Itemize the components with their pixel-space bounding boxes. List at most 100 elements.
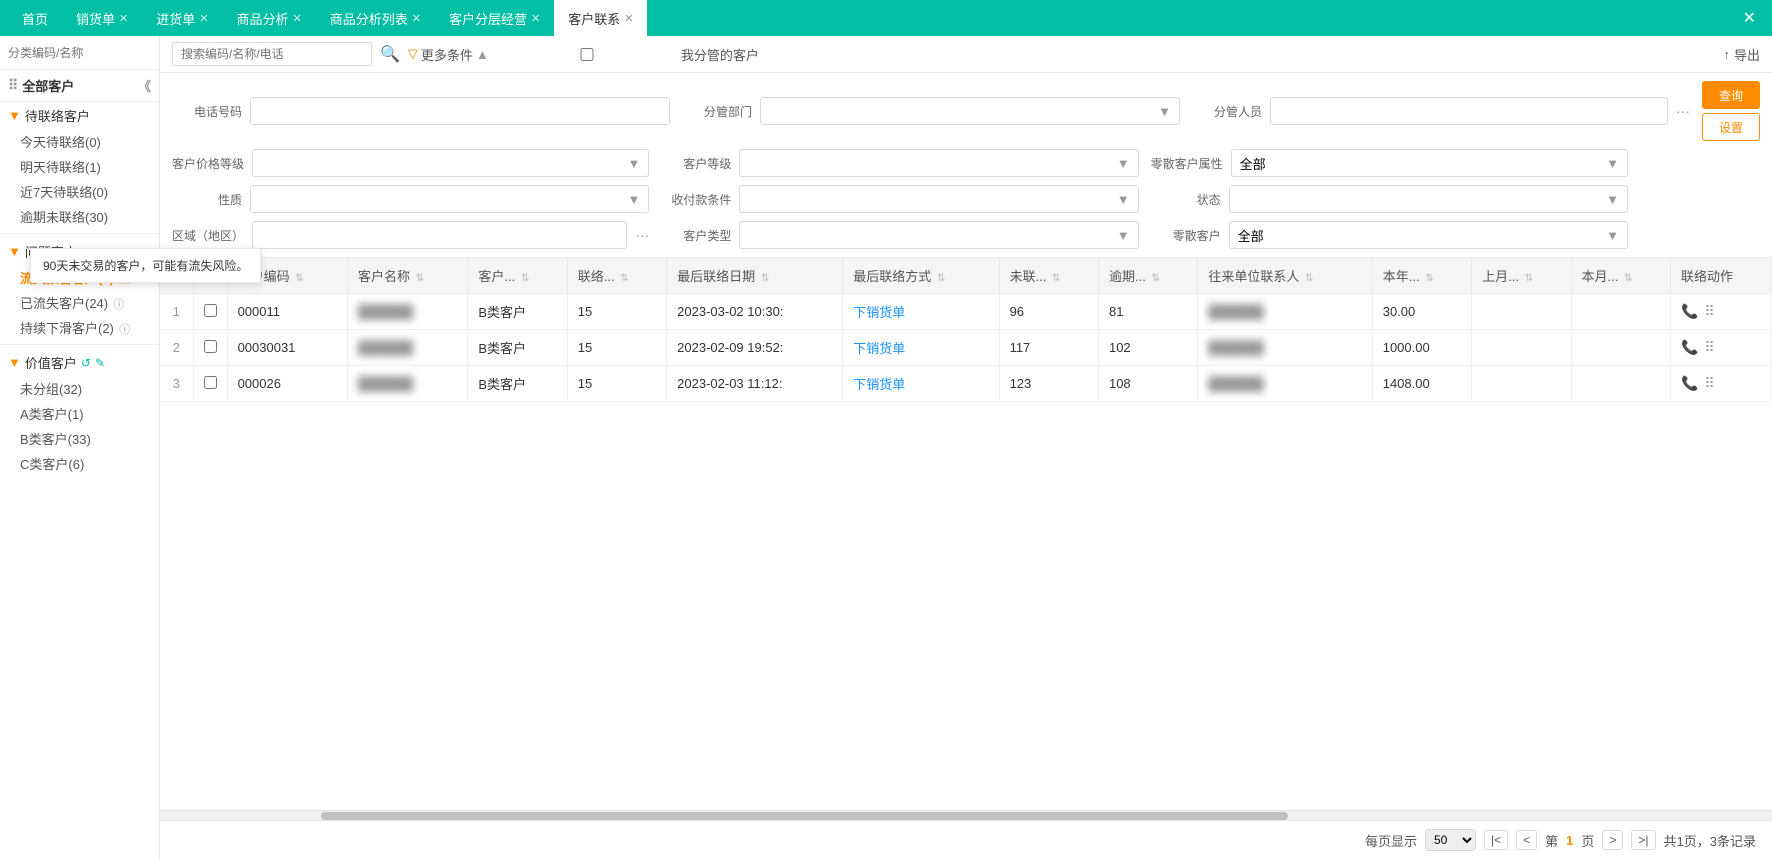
search-button[interactable]: 🔍	[380, 44, 400, 64]
search-input[interactable]	[172, 42, 372, 66]
th-type[interactable]: 客户... ⇅	[468, 258, 567, 294]
my-customers-checkbox-area[interactable]: 我分管的客户	[497, 45, 759, 64]
edit-icon[interactable]: ✎	[95, 356, 105, 370]
filter-row-3: 性质 ▼ 收付款条件 ▼ 状态	[172, 185, 1760, 213]
row1-last-type[interactable]: 下销货单	[843, 294, 999, 330]
filter-row-2: 客户价格等级 ▼ 客户等级 ▼ 零散客户属性 全部	[172, 149, 1760, 177]
th-current-month[interactable]: 本月... ⇅	[1571, 258, 1670, 294]
per-page-select[interactable]: 50 100 200	[1425, 829, 1476, 851]
refresh-icon[interactable]: ↺	[81, 356, 91, 370]
th-unlinked[interactable]: 未联... ⇅	[999, 258, 1098, 294]
my-customers-checkbox[interactable]	[497, 48, 677, 61]
nav-product-analysis[interactable]: 商品分析 ✕	[222, 0, 315, 36]
row1-checkbox[interactable]	[204, 304, 217, 317]
manager-dots-icon[interactable]: ···	[1676, 103, 1690, 119]
nav-home[interactable]: 首页	[8, 0, 62, 36]
nature-label: 性质	[172, 191, 242, 208]
prev-page-btn[interactable]: <	[1516, 830, 1537, 850]
page-label: 第	[1545, 831, 1558, 850]
th-last-month[interactable]: 上月... ⇅	[1472, 258, 1571, 294]
nav-purchase-close[interactable]: ✕	[199, 12, 208, 25]
sidebar-all-customers[interactable]: ⠿ 全部客户 《	[0, 70, 159, 102]
row1-phone-icon[interactable]: 📞	[1681, 303, 1698, 320]
customer-level-select[interactable]: ▼	[739, 149, 1138, 177]
nav-customer-contact[interactable]: 客户联系 ✕	[554, 0, 647, 36]
sidebar-item-declining[interactable]: 持续下滑客户(2) ⓘ	[0, 315, 159, 340]
more-conditions-btn[interactable]: ▽ 更多条件 ▲	[408, 45, 489, 64]
sidebar-search-input[interactable]	[8, 46, 160, 60]
nav-customer-segment-close[interactable]: ✕	[531, 12, 540, 25]
horizontal-scrollbar[interactable]	[160, 810, 1772, 820]
sidebar-group-value[interactable]: ▼ 价值客户 ↺ ✎	[0, 349, 159, 376]
th-current-year[interactable]: 本年... ⇅	[1372, 258, 1471, 294]
row2-checkbox[interactable]	[204, 340, 217, 353]
nav-product-analysis-close[interactable]: ✕	[293, 12, 302, 25]
sidebar-item-today[interactable]: 今天待联络(0)	[0, 129, 159, 154]
row3-more-icon[interactable]: ⠿	[1704, 375, 1714, 392]
row2-checkbox-cell[interactable]	[193, 330, 227, 366]
status-label: 状态	[1151, 191, 1221, 208]
sidebar-item-tomorrow[interactable]: 明天待联络(1)	[0, 154, 159, 179]
row3-last-type[interactable]: 下销货单	[843, 366, 999, 402]
first-page-btn[interactable]: |<	[1484, 830, 1508, 850]
retail-value: 全部	[1238, 226, 1264, 245]
export-btn[interactable]: ↑ 导出	[1723, 45, 1760, 64]
sidebar-item-a-class[interactable]: A类客户(1)	[0, 401, 159, 426]
th-last-date[interactable]: 最后联络日期 ⇅	[667, 258, 843, 294]
sidebar-item-c-class[interactable]: C类客户(6)	[0, 451, 159, 476]
status-select[interactable]: ▼	[1229, 185, 1628, 213]
row2-last-type-link[interactable]: 下销货单	[853, 341, 905, 356]
last-page-btn[interactable]: >|	[1631, 830, 1655, 850]
dept-select[interactable]: ▼	[760, 97, 1180, 125]
table-row: 1 000011 ██████ B类客户 15 2023-03-02 10:30…	[160, 294, 1772, 330]
scrollbar-thumb[interactable]	[321, 812, 1288, 820]
row2-more-icon[interactable]: ⠿	[1704, 339, 1714, 356]
phone-input[interactable]	[250, 97, 670, 125]
row2-code: 00030031	[227, 330, 347, 366]
filter-region: 区域（地区） ···	[172, 221, 649, 249]
sidebar-item-churned[interactable]: 已流失客户(24) ⓘ	[0, 290, 159, 315]
sidebar-item-overdue[interactable]: 逾期未联络(30)	[0, 204, 159, 229]
row3-phone-icon[interactable]: 📞	[1681, 375, 1698, 392]
next-page-btn[interactable]: >	[1602, 830, 1623, 850]
row3-last-type-link[interactable]: 下销货单	[853, 377, 905, 392]
query-button[interactable]: 查询	[1702, 81, 1760, 109]
row1-last-type-link[interactable]: 下销货单	[853, 305, 905, 320]
nav-sales-close[interactable]: ✕	[119, 12, 128, 25]
nav-sales[interactable]: 销货单 ✕	[62, 0, 142, 36]
sidebar-group-pending[interactable]: ▼ 待联络客户	[0, 102, 159, 129]
sidebar-item-ungrouped[interactable]: 未分组(32)	[0, 376, 159, 401]
nav-customer-contact-close[interactable]: ✕	[624, 12, 633, 25]
region-select[interactable]	[252, 221, 627, 249]
nature-select[interactable]: ▼	[250, 185, 649, 213]
th-overdue[interactable]: 逾期... ⇅	[1098, 258, 1197, 294]
th-last-type[interactable]: 最后联络方式 ⇅	[843, 258, 999, 294]
nav-product-analysis-list[interactable]: 商品分析列表 ✕	[316, 0, 435, 36]
nav-purchase[interactable]: 进货单 ✕	[142, 0, 222, 36]
manager-select[interactable]	[1270, 97, 1668, 125]
th-linked-person[interactable]: 往来单位联系人 ⇅	[1198, 258, 1372, 294]
row3-checkbox-cell[interactable]	[193, 366, 227, 402]
row2-last-type[interactable]: 下销货单	[843, 330, 999, 366]
row1-checkbox-cell[interactable]	[193, 294, 227, 330]
customer-type-select[interactable]: ▼	[739, 221, 1138, 249]
nav-customer-segment[interactable]: 客户分层经营 ✕	[435, 0, 554, 36]
price-level-select[interactable]: ▼	[252, 149, 649, 177]
payment-select[interactable]: ▼	[739, 185, 1138, 213]
row1-more-icon[interactable]: ⠿	[1704, 303, 1714, 320]
th-contact[interactable]: 联络... ⇅	[567, 258, 666, 294]
settings-button[interactable]: 设置	[1702, 113, 1760, 141]
sidebar-item-b-class[interactable]: B类客户(33)	[0, 426, 159, 451]
sort-last-type-icon: ⇅	[937, 273, 945, 284]
th-name[interactable]: 客户名称 ⇅	[347, 258, 467, 294]
collapse-icon[interactable]: 《	[138, 76, 151, 95]
filter-retail-attr: 零散客户属性 全部 ▼	[1151, 149, 1628, 177]
retail-select[interactable]: 全部 ▼	[1229, 221, 1628, 249]
row3-checkbox[interactable]	[204, 376, 217, 389]
sidebar-item-7days[interactable]: 近7天待联络(0)	[0, 179, 159, 204]
window-close-btn[interactable]: ✕	[1735, 8, 1764, 28]
retail-attr-select[interactable]: 全部 ▼	[1231, 149, 1628, 177]
region-dots-icon[interactable]: ···	[635, 227, 649, 243]
row2-phone-icon[interactable]: 📞	[1681, 339, 1698, 356]
nav-product-analysis-list-close[interactable]: ✕	[412, 12, 421, 25]
